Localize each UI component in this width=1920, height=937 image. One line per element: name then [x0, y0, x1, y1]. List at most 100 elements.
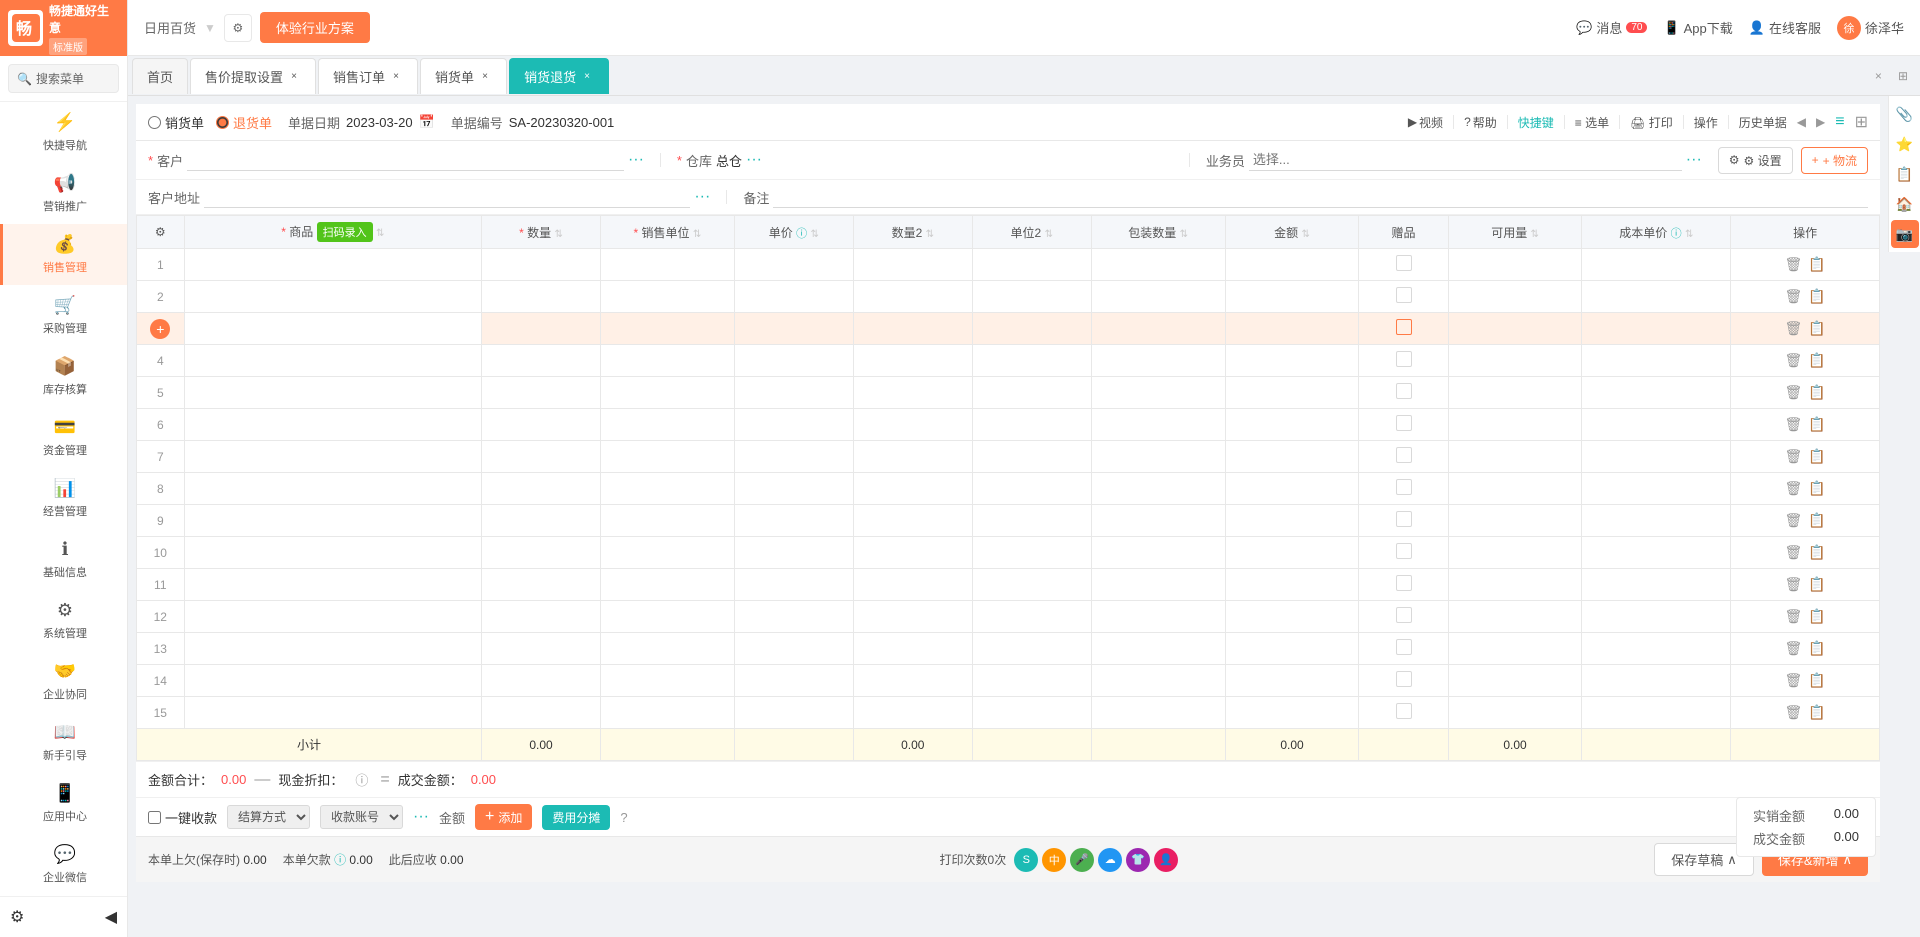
- info-help-icon[interactable]: ⓘ: [355, 770, 368, 789]
- gift-checkbox-13[interactable]: [1396, 639, 1412, 655]
- row-4-cost-price[interactable]: [1582, 345, 1731, 377]
- row-13-unit2[interactable]: [972, 633, 1091, 665]
- row-6-unit2[interactable]: [972, 409, 1091, 441]
- experience-button[interactable]: 体验行业方案: [260, 12, 370, 43]
- cost-info-icon[interactable]: ⓘ: [1671, 228, 1682, 240]
- row-3-gift[interactable]: [1359, 313, 1448, 345]
- row-6-sales-unit[interactable]: [600, 409, 734, 441]
- amount-sort-icon[interactable]: ⇅: [1301, 229, 1309, 240]
- row-13-delete[interactable]: 🗑: [1784, 640, 1802, 657]
- row-15-cost-price[interactable]: [1582, 697, 1731, 729]
- row-9-available[interactable]: [1448, 505, 1582, 537]
- row-14-unit2[interactable]: [972, 665, 1091, 697]
- row-5-cost-price[interactable]: [1582, 377, 1731, 409]
- gift-checkbox-11[interactable]: [1396, 575, 1412, 591]
- row-4-delete[interactable]: 🗑: [1784, 352, 1802, 369]
- row-10-delete[interactable]: 🗑: [1784, 544, 1802, 561]
- row-4-quantity2[interactable]: [853, 345, 972, 377]
- sidebar-item-basic-info[interactable]: ℹ 基础信息: [0, 529, 127, 590]
- row-8-quantity[interactable]: [482, 473, 601, 505]
- row-8-sales-unit[interactable]: [600, 473, 734, 505]
- remark-input[interactable]: [773, 186, 1868, 208]
- row-11-pack-qty[interactable]: [1091, 569, 1225, 601]
- row-11-product[interactable]: [184, 569, 481, 601]
- settings-bottom-icon[interactable]: ⚙: [10, 907, 24, 927]
- action-select[interactable]: ≡ 选单: [1575, 114, 1609, 131]
- row-11-copy[interactable]: 📋: [1808, 576, 1825, 593]
- row-2-quantity2[interactable]: [853, 281, 972, 313]
- gift-checkbox-15[interactable]: [1396, 703, 1412, 719]
- row-11-quantity2[interactable]: [853, 569, 972, 601]
- row-8-copy[interactable]: 📋: [1808, 480, 1825, 497]
- row-13-gift[interactable]: [1359, 633, 1448, 665]
- row-12-unit2[interactable]: [972, 601, 1091, 633]
- close-all-tabs[interactable]: ×: [1867, 69, 1890, 83]
- radio-sale[interactable]: [148, 116, 161, 129]
- row-3-delete[interactable]: 🗑: [1784, 320, 1802, 337]
- row-4-amount[interactable]: [1225, 345, 1359, 377]
- row-7-amount[interactable]: [1225, 441, 1359, 473]
- row-7-quantity[interactable]: [482, 441, 601, 473]
- barcode-scan-button[interactable]: 扫码录入: [317, 222, 373, 242]
- row-12-cost-price[interactable]: [1582, 601, 1731, 633]
- action-history[interactable]: 历史单据: [1739, 114, 1787, 131]
- row-2-gift[interactable]: [1359, 281, 1448, 313]
- row-9-gift[interactable]: [1359, 505, 1448, 537]
- row-4-gift[interactable]: [1359, 345, 1448, 377]
- row-6-cost-price[interactable]: [1582, 409, 1731, 441]
- row-9-pack-qty[interactable]: [1091, 505, 1225, 537]
- sidebar-item-guide[interactable]: 📖 新手引导: [0, 712, 127, 773]
- row-10-copy[interactable]: 📋: [1808, 544, 1825, 561]
- right-panel-home[interactable]: 🏠: [1891, 190, 1919, 218]
- gift-checkbox-10[interactable]: [1396, 543, 1412, 559]
- prev-record[interactable]: ◀: [1797, 115, 1806, 129]
- sidebar-item-finance[interactable]: 💳 资金管理: [0, 407, 127, 468]
- row-1-product[interactable]: [184, 249, 481, 281]
- row-12-pack-qty[interactable]: [1091, 601, 1225, 633]
- row-14-quantity[interactable]: [482, 665, 601, 697]
- row-15-unit-price[interactable]: [734, 697, 853, 729]
- row-3-amount[interactable]: [1225, 313, 1359, 345]
- tab-sales[interactable]: 销货单 ×: [420, 58, 507, 94]
- row-7-unit2[interactable]: [972, 441, 1091, 473]
- row-13-quantity[interactable]: [482, 633, 601, 665]
- row-13-copy[interactable]: 📋: [1808, 640, 1825, 657]
- row-1-pack-qty[interactable]: [1091, 249, 1225, 281]
- row-8-gift[interactable]: [1359, 473, 1448, 505]
- avail-sort-icon[interactable]: ⇅: [1531, 229, 1539, 240]
- row-11-gift[interactable]: [1359, 569, 1448, 601]
- row-5-delete[interactable]: 🗑: [1784, 384, 1802, 401]
- price-sort-icon[interactable]: ⇅: [810, 229, 818, 240]
- row-4-sales-unit[interactable]: [600, 345, 734, 377]
- row-13-product[interactable]: [184, 633, 481, 665]
- sidebar-item-quick-nav[interactable]: ⚡ 快捷导航: [0, 102, 127, 163]
- gift-checkbox-6[interactable]: [1396, 415, 1412, 431]
- radio-sale-label[interactable]: 销货单: [148, 113, 204, 132]
- row-14-pack-qty[interactable]: [1091, 665, 1225, 697]
- row-11-unit-price[interactable]: [734, 569, 853, 601]
- row-3-product-input[interactable]: [189, 321, 477, 336]
- row-11-unit2[interactable]: [972, 569, 1091, 601]
- action-shortcuts[interactable]: 快捷键: [1518, 114, 1554, 131]
- address-dots[interactable]: ···: [694, 188, 710, 206]
- row-5-unit-price[interactable]: [734, 377, 853, 409]
- customer-dots[interactable]: ···: [628, 151, 644, 169]
- row-13-amount[interactable]: [1225, 633, 1359, 665]
- product-sort-icon[interactable]: ⇅: [376, 228, 384, 239]
- row-8-available[interactable]: [1448, 473, 1582, 505]
- row-14-copy[interactable]: 📋: [1808, 672, 1825, 689]
- gift-checkbox-7[interactable]: [1396, 447, 1412, 463]
- row-10-product[interactable]: [184, 537, 481, 569]
- row-10-quantity2[interactable]: [853, 537, 972, 569]
- row-1-unit2[interactable]: [972, 249, 1091, 281]
- add-payment-button[interactable]: + 添加: [475, 804, 532, 830]
- row-14-sales-unit[interactable]: [600, 665, 734, 697]
- row-4-product[interactable]: [184, 345, 481, 377]
- user-avatar[interactable]: 徐 徐泽华: [1837, 16, 1904, 40]
- row-15-gift[interactable]: [1359, 697, 1448, 729]
- row-8-unit2[interactable]: [972, 473, 1091, 505]
- s-icon[interactable]: S: [1014, 848, 1038, 872]
- warehouse-dots[interactable]: ···: [746, 151, 762, 169]
- row-10-unit-price[interactable]: [734, 537, 853, 569]
- row-6-pack-qty[interactable]: [1091, 409, 1225, 441]
